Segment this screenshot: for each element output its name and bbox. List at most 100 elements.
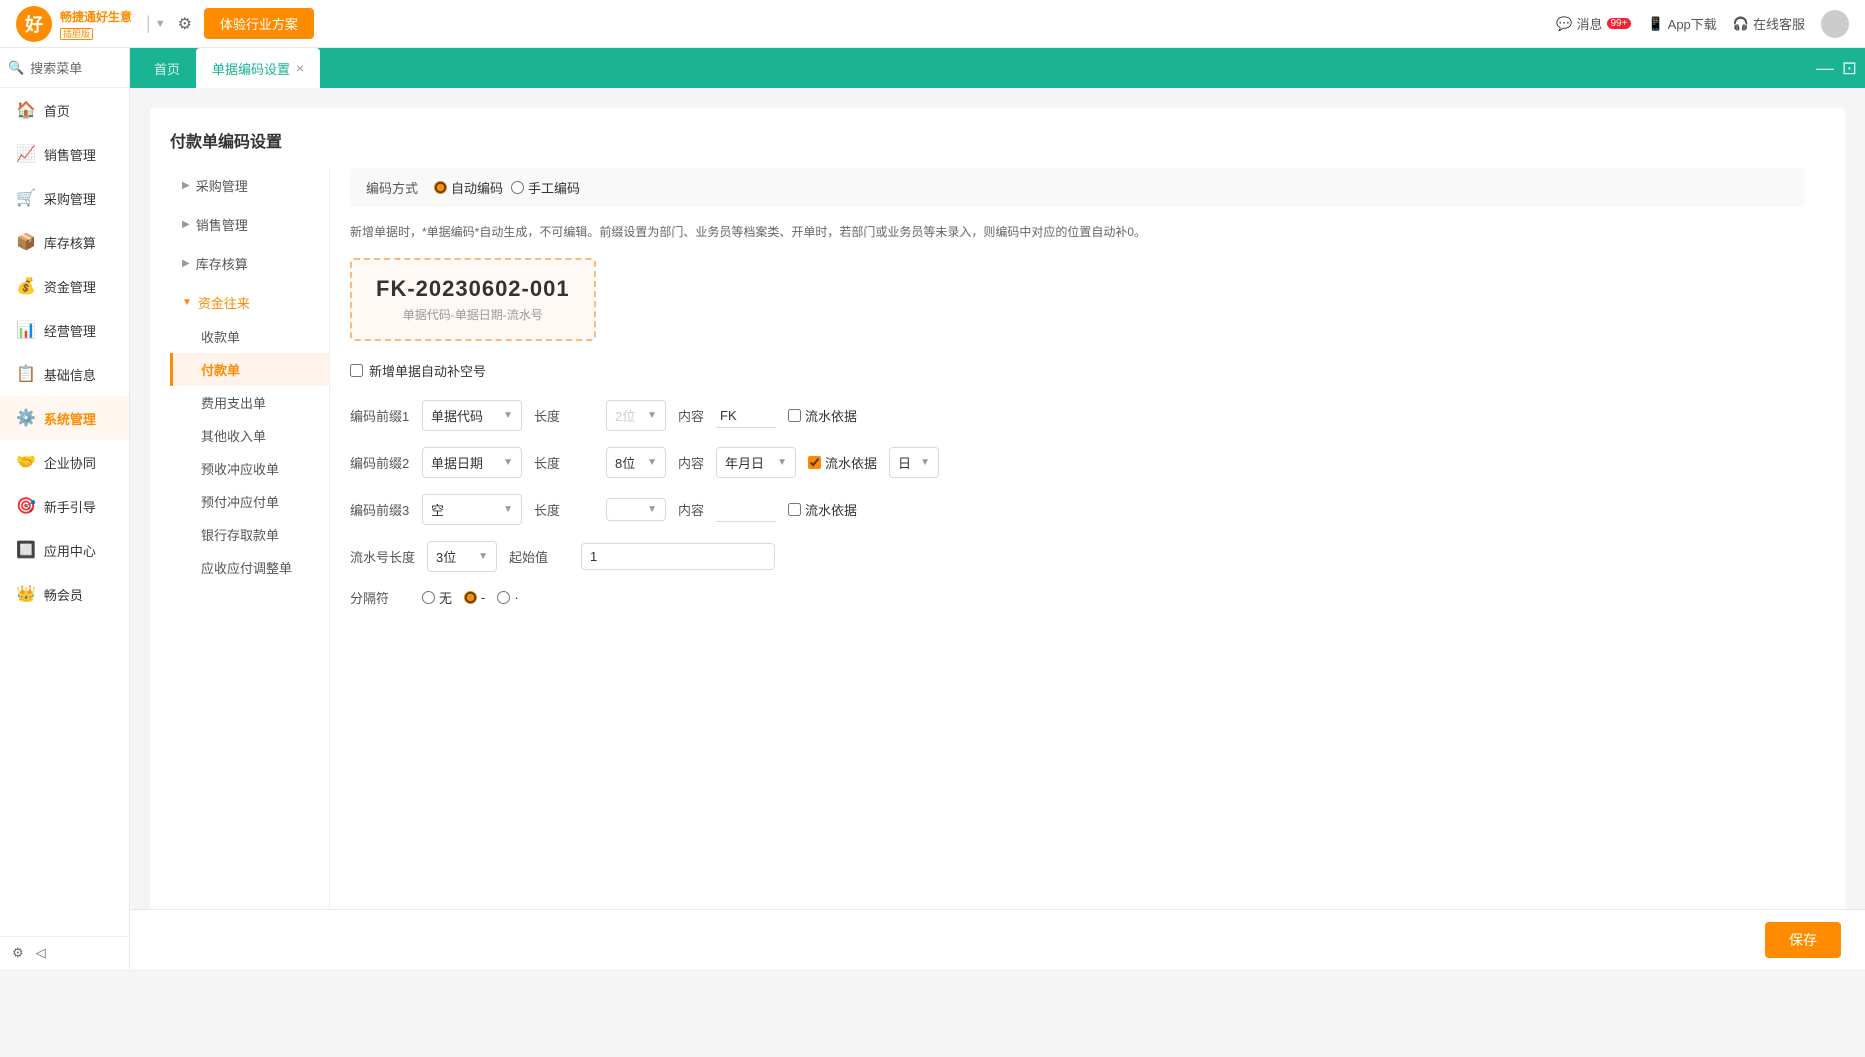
sep-none-label[interactable]: 无 (422, 588, 452, 607)
home-icon: 🏠 (16, 100, 36, 120)
prefix3-length-select[interactable]: ▼ (606, 498, 666, 521)
sidebar-item-apps[interactable]: 🔲 应用中心 (0, 528, 129, 572)
prefix1-flow-checkbox[interactable] (788, 409, 801, 422)
topbar: 好 畅捷通好生意 插胆版 | ▼ ⚙ 体验行业方案 💬 消息 99+ 📱 App… (0, 0, 1865, 48)
sep-dash-radio[interactable] (464, 591, 477, 604)
sidebar-search[interactable]: 🔍 搜索菜单 (0, 48, 129, 88)
sidebar-item-inventory[interactable]: 📦 库存核算 (0, 220, 129, 264)
sidebar-item-finance[interactable]: 💰 资金管理 (0, 264, 129, 308)
prefix2-flow-checkbox-group: 流水依据 (808, 453, 877, 472)
nav-child-payment[interactable]: 付款单 (170, 353, 329, 386)
user-avatar[interactable] (1821, 10, 1849, 38)
tabbar: 首页 单据编码设置 × — ⊡ (130, 48, 1865, 88)
prefix2-flow-select[interactable]: 日 ▼ (889, 447, 939, 478)
prefix1-select[interactable]: 单据代码 ▼ (422, 400, 522, 431)
nav-child-receipt[interactable]: 收款单 (170, 320, 329, 353)
nav-child-expense[interactable]: 费用支出单 (170, 386, 329, 419)
sidebar-collapse-icon[interactable]: ◁ (36, 945, 46, 961)
inventory-icon: 📦 (16, 232, 36, 252)
nav-arrow-sales: ▶ (182, 219, 190, 230)
tab-close-icon[interactable]: × (296, 60, 304, 76)
tab-encoding[interactable]: 单据编码设置 × (196, 48, 320, 88)
sidebar-item-purchase[interactable]: 🛒 采购管理 (0, 176, 129, 220)
sep-none-radio[interactable] (422, 591, 435, 604)
topbar-dropdown[interactable]: | ▼ (146, 13, 166, 34)
sep-dot-label[interactable]: · (497, 590, 518, 605)
nav-arrow-inventory: ▶ (182, 258, 190, 269)
search-menu-btn[interactable]: 🔍 搜索菜单 (8, 58, 121, 77)
prefix2-select[interactable]: 单据日期 ▼ (422, 447, 522, 478)
serial-start-input[interactable] (581, 543, 775, 570)
tab-home[interactable]: 首页 (138, 48, 196, 88)
manual-encode-radio[interactable] (511, 181, 524, 194)
prefix2-content-arrow-icon: ▼ (777, 457, 787, 468)
nav-parent-purchase[interactable]: ▶ 采购管理 (170, 168, 329, 203)
sidebar-item-sales[interactable]: 📈 销售管理 (0, 132, 129, 176)
sidebar-item-system[interactable]: ⚙️ 系统管理 (0, 396, 129, 440)
nav-parent-finance[interactable]: ▼ 资金往来 (170, 285, 329, 320)
serial-length-select[interactable]: 3位 ▼ (427, 541, 497, 572)
prefix2-length-arrow-icon: ▼ (647, 457, 657, 468)
prefix3-flow-checkbox-group: 流水依据 (788, 500, 857, 519)
message-btn[interactable]: 💬 消息 99+ (1556, 14, 1631, 33)
prefix1-length-select[interactable]: 2位 ▼ (606, 400, 666, 431)
auto-encode-radio-label[interactable]: 自动编码 (434, 178, 503, 197)
tabbar-maximize-icon[interactable]: ⊡ (1842, 58, 1857, 79)
sep-dash-label[interactable]: - (464, 590, 485, 605)
basic-icon: 📋 (16, 364, 36, 384)
app-icon: 📱 (1647, 16, 1663, 32)
settings-icon[interactable]: ⚙ (178, 14, 192, 34)
nav-child-bank[interactable]: 银行存取款单 (170, 518, 329, 551)
sidebar: 🔍 搜索菜单 🏠 首页 📈 销售管理 🛒 采购管理 📦 库存核算 💰 资金管理 … (0, 48, 130, 969)
serial-length-arrow-icon: ▼ (478, 551, 488, 562)
sidebar-settings-icon[interactable]: ⚙ (12, 945, 24, 961)
topbar-right: 💬 消息 99+ 📱 App下载 🎧 在线客服 (1556, 10, 1849, 38)
prefix2-row: 编码前缀2 单据日期 ▼ 长度 8位 ▼ 内容 年月日 ▼ (350, 447, 1805, 478)
tabbar-minimize-icon[interactable]: — (1816, 58, 1834, 79)
auto-encode-radio[interactable] (434, 181, 447, 194)
sidebar-item-enterprise[interactable]: 🤝 企业协同 (0, 440, 129, 484)
page-title: 付款单编码设置 (170, 128, 1825, 152)
logo-icon: 好 (16, 6, 52, 42)
search-icon: 🔍 (8, 60, 24, 76)
prefix1-flow-checkbox-group: 流水依据 (788, 406, 857, 425)
service-icon: 🎧 (1733, 16, 1749, 32)
sidebar-bottom: ⚙ ◁ (0, 936, 129, 969)
preview-code: FK-20230602-001 (376, 276, 570, 302)
nav-parent-inventory[interactable]: ▶ 库存核算 (170, 246, 329, 281)
nav-child-prepay-offset[interactable]: 预收冲应收单 (170, 452, 329, 485)
sep-dot-radio[interactable] (497, 591, 510, 604)
prefix1-arrow-icon: ▼ (503, 410, 513, 421)
app-download-btn[interactable]: 📱 App下载 (1647, 14, 1716, 33)
save-button[interactable]: 保存 (1765, 922, 1841, 958)
manual-encode-radio-label[interactable]: 手工编码 (511, 178, 580, 197)
topbar-middle: | ▼ ⚙ 体验行业方案 (146, 8, 1556, 39)
prefix2-content-select[interactable]: 年月日 ▼ (716, 447, 796, 478)
prefix2-arrow-icon: ▼ (503, 457, 513, 468)
nav-child-ar-ap-adjust[interactable]: 应收应付调整单 (170, 551, 329, 584)
prefix2-flow-checkbox[interactable] (808, 456, 821, 469)
sidebar-item-basic[interactable]: 📋 基础信息 (0, 352, 129, 396)
prefix3-row: 编码前缀3 空 ▼ 长度 ▼ 内容 流水依据 (350, 494, 1805, 525)
service-btn[interactable]: 🎧 在线客服 (1733, 14, 1805, 33)
prefix3-flow-checkbox[interactable] (788, 503, 801, 516)
sidebar-item-operation[interactable]: 📊 经营管理 (0, 308, 129, 352)
auto-fill-checkbox[interactable] (350, 364, 363, 377)
prefix3-length-arrow-icon: ▼ (647, 504, 657, 515)
prefix3-arrow-icon: ▼ (503, 504, 513, 515)
nav-child-other-income[interactable]: 其他收入单 (170, 419, 329, 452)
guide-icon: 🎯 (16, 496, 36, 516)
sidebar-item-guide[interactable]: 🎯 新手引导 (0, 484, 129, 528)
prefix3-select[interactable]: 空 ▼ (422, 494, 522, 525)
sidebar-item-home[interactable]: 🏠 首页 (0, 88, 129, 132)
nav-parent-sales[interactable]: ▶ 销售管理 (170, 207, 329, 242)
nav-group-purchase: ▶ 采购管理 (170, 168, 329, 203)
left-nav: ▶ 采购管理 ▶ 销售管理 ▶ 库存核算 (170, 168, 330, 928)
content-layout: ▶ 采购管理 ▶ 销售管理 ▶ 库存核算 (170, 168, 1825, 928)
nav-child-advance-offset[interactable]: 预付冲应付单 (170, 485, 329, 518)
system-icon: ⚙️ (16, 408, 36, 428)
bottom-bar: 保存 (130, 909, 1865, 969)
prefix2-length-select[interactable]: 8位 ▼ (606, 447, 666, 478)
sidebar-item-member[interactable]: 👑 畅会员 (0, 572, 129, 616)
trial-button[interactable]: 体验行业方案 (204, 8, 314, 39)
